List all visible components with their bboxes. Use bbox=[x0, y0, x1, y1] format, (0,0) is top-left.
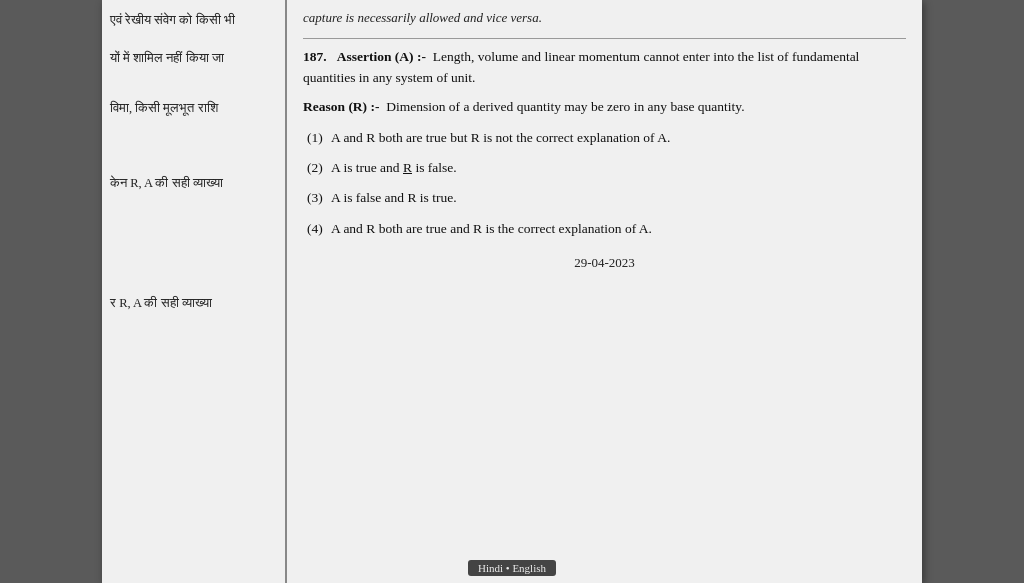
left-column: एवं रेखीय संवेग को किसी भी यों में शामिल… bbox=[102, 0, 287, 583]
paper: एवं रेखीय संवेग को किसी भी यों में शामिल… bbox=[102, 0, 922, 583]
option-2: (2) A is true and R is false. bbox=[307, 158, 906, 178]
bottom-bar: Hindi • English bbox=[0, 553, 1024, 583]
page-container: एवं रेखीय संवेग को किसी भी यों में शामिल… bbox=[0, 0, 1024, 583]
language-badge[interactable]: Hindi • English bbox=[468, 560, 556, 576]
option-3: (3) A is false and R is true. bbox=[307, 188, 906, 208]
date-line: 29-04-2023 bbox=[303, 253, 906, 273]
option-1: (1) A and R both are true but R is not t… bbox=[307, 128, 906, 148]
right-column: capture is necessarily allowed and vice … bbox=[287, 0, 922, 583]
question-text: 187. Assertion (A) :- Length, volume and… bbox=[303, 47, 906, 89]
hindi-text-5: र R, A की सही व्याख्या bbox=[110, 293, 277, 313]
top-note: capture is necessarily allowed and vice … bbox=[303, 8, 906, 28]
hindi-text-2: यों में शामिल नहीं किया जा bbox=[110, 48, 277, 68]
option-4: (4) A and R both are true and R is the c… bbox=[307, 219, 906, 239]
hindi-text-4: केन R, A की सही व्याख्या bbox=[110, 173, 277, 193]
hindi-text-3: विमा, किसी मूलभूत राशि bbox=[110, 98, 277, 118]
divider bbox=[303, 38, 906, 39]
question-block: 187. Assertion (A) :- Length, volume and… bbox=[303, 47, 906, 118]
reason-text: Reason (R) :- Dimension of a derived qua… bbox=[303, 97, 906, 118]
hindi-text-1: एवं रेखीय संवेग को किसी भी bbox=[110, 10, 277, 30]
options-list: (1) A and R both are true but R is not t… bbox=[303, 128, 906, 239]
